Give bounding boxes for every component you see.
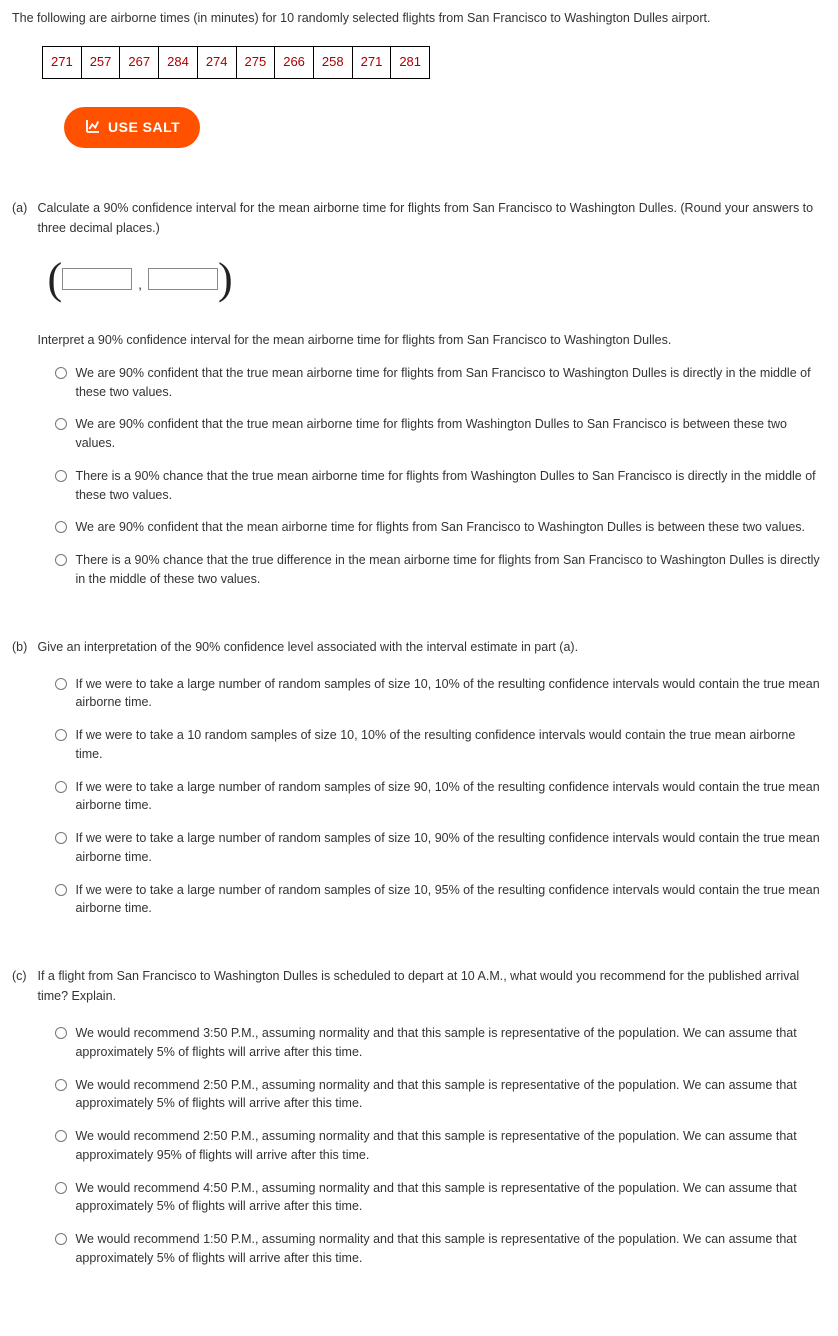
data-cell: 257: [81, 47, 120, 79]
part-a-question: Calculate a 90% confidence interval for …: [37, 198, 823, 238]
use-salt-label: USE SALT: [108, 119, 180, 135]
part-b-options: If we were to take a large number of ran…: [55, 675, 823, 919]
data-cell: 274: [197, 47, 236, 79]
option-label: We are 90% confident that the mean airbo…: [75, 518, 823, 537]
option-row: We would recommend 1:50 P.M., assuming n…: [55, 1230, 823, 1268]
radio-c-3[interactable]: [55, 1130, 67, 1142]
radio-c-2[interactable]: [55, 1079, 67, 1091]
option-label: We would recommend 2:50 P.M., assuming n…: [75, 1127, 823, 1165]
ci-upper-input[interactable]: [148, 268, 218, 290]
radio-a-3[interactable]: [55, 470, 67, 482]
option-label: There is a 90% chance that the true diff…: [75, 551, 823, 589]
data-cell: 266: [275, 47, 314, 79]
data-row: 271 257 267 284 274 275 266 258 271 281: [43, 47, 430, 79]
radio-a-2[interactable]: [55, 418, 67, 430]
option-label: If we were to take a large number of ran…: [75, 881, 823, 919]
option-label: We would recommend 4:50 P.M., assuming n…: [75, 1179, 823, 1217]
part-b-question: Give an interpretation of the 90% confid…: [37, 637, 823, 657]
chart-icon: [84, 117, 102, 138]
option-row: We would recommend 3:50 P.M., assuming n…: [55, 1024, 823, 1062]
data-cell: 267: [120, 47, 159, 79]
option-label: We are 90% confident that the true mean …: [75, 364, 823, 402]
option-label: We would recommend 3:50 P.M., assuming n…: [75, 1024, 823, 1062]
part-a-interpret-prompt: Interpret a 90% confidence interval for …: [37, 330, 823, 350]
option-row: We would recommend 4:50 P.M., assuming n…: [55, 1179, 823, 1217]
data-cell: 258: [313, 47, 352, 79]
option-row: If we were to take a large number of ran…: [55, 829, 823, 867]
option-label: If we were to take a large number of ran…: [75, 675, 823, 713]
close-paren: ): [218, 257, 233, 301]
option-row: We are 90% confident that the mean airbo…: [55, 518, 823, 537]
use-salt-button[interactable]: USE SALT: [64, 107, 200, 148]
data-table: 271 257 267 284 274 275 266 258 271 281: [42, 46, 430, 79]
option-row: We are 90% confident that the true mean …: [55, 364, 823, 402]
part-c-question: If a flight from San Francisco to Washin…: [37, 966, 823, 1006]
radio-a-4[interactable]: [55, 521, 67, 533]
option-row: There is a 90% chance that the true mean…: [55, 467, 823, 505]
option-row: If we were to take a large number of ran…: [55, 778, 823, 816]
confidence-interval-inputs: ( , ): [47, 256, 823, 302]
data-cell: 275: [236, 47, 275, 79]
radio-b-2[interactable]: [55, 729, 67, 741]
data-cell: 271: [43, 47, 82, 79]
option-label: If we were to take a large number of ran…: [75, 829, 823, 867]
option-row: If we were to take a large number of ran…: [55, 881, 823, 919]
option-row: We would recommend 2:50 P.M., assuming n…: [55, 1076, 823, 1114]
part-b: (b) Give an interpretation of the 90% co…: [12, 637, 826, 933]
part-c-options: We would recommend 3:50 P.M., assuming n…: [55, 1024, 823, 1268]
option-row: There is a 90% chance that the true diff…: [55, 551, 823, 589]
radio-a-1[interactable]: [55, 367, 67, 379]
radio-c-5[interactable]: [55, 1233, 67, 1245]
radio-c-1[interactable]: [55, 1027, 67, 1039]
option-label: There is a 90% chance that the true mean…: [75, 467, 823, 505]
open-paren: (: [47, 257, 62, 301]
part-a: (a) Calculate a 90% confidence interval …: [12, 198, 826, 603]
option-row: If we were to take a 10 random samples o…: [55, 726, 823, 764]
option-label: We would recommend 2:50 P.M., assuming n…: [75, 1076, 823, 1114]
radio-b-1[interactable]: [55, 678, 67, 690]
option-row: We would recommend 2:50 P.M., assuming n…: [55, 1127, 823, 1165]
radio-a-5[interactable]: [55, 554, 67, 566]
radio-c-4[interactable]: [55, 1182, 67, 1194]
part-b-label: (b): [12, 637, 34, 657]
part-a-label: (a): [12, 198, 34, 218]
intro-text: The following are airborne times (in min…: [12, 8, 826, 28]
data-cell: 281: [391, 47, 430, 79]
option-label: If we were to take a 10 random samples o…: [75, 726, 823, 764]
option-row: If we were to take a large number of ran…: [55, 675, 823, 713]
radio-b-4[interactable]: [55, 832, 67, 844]
radio-b-5[interactable]: [55, 884, 67, 896]
part-c-label: (c): [12, 966, 34, 986]
ci-lower-input[interactable]: [62, 268, 132, 290]
option-label: We would recommend 1:50 P.M., assuming n…: [75, 1230, 823, 1268]
option-row: We are 90% confident that the true mean …: [55, 415, 823, 453]
part-c: (c) If a flight from San Francisco to Wa…: [12, 966, 826, 1282]
radio-b-3[interactable]: [55, 781, 67, 793]
option-label: If we were to take a large number of ran…: [75, 778, 823, 816]
part-a-options: We are 90% confident that the true mean …: [55, 364, 823, 589]
option-label: We are 90% confident that the true mean …: [75, 415, 823, 453]
data-cell: 271: [352, 47, 391, 79]
data-cell: 284: [159, 47, 198, 79]
ci-comma: ,: [138, 273, 142, 301]
